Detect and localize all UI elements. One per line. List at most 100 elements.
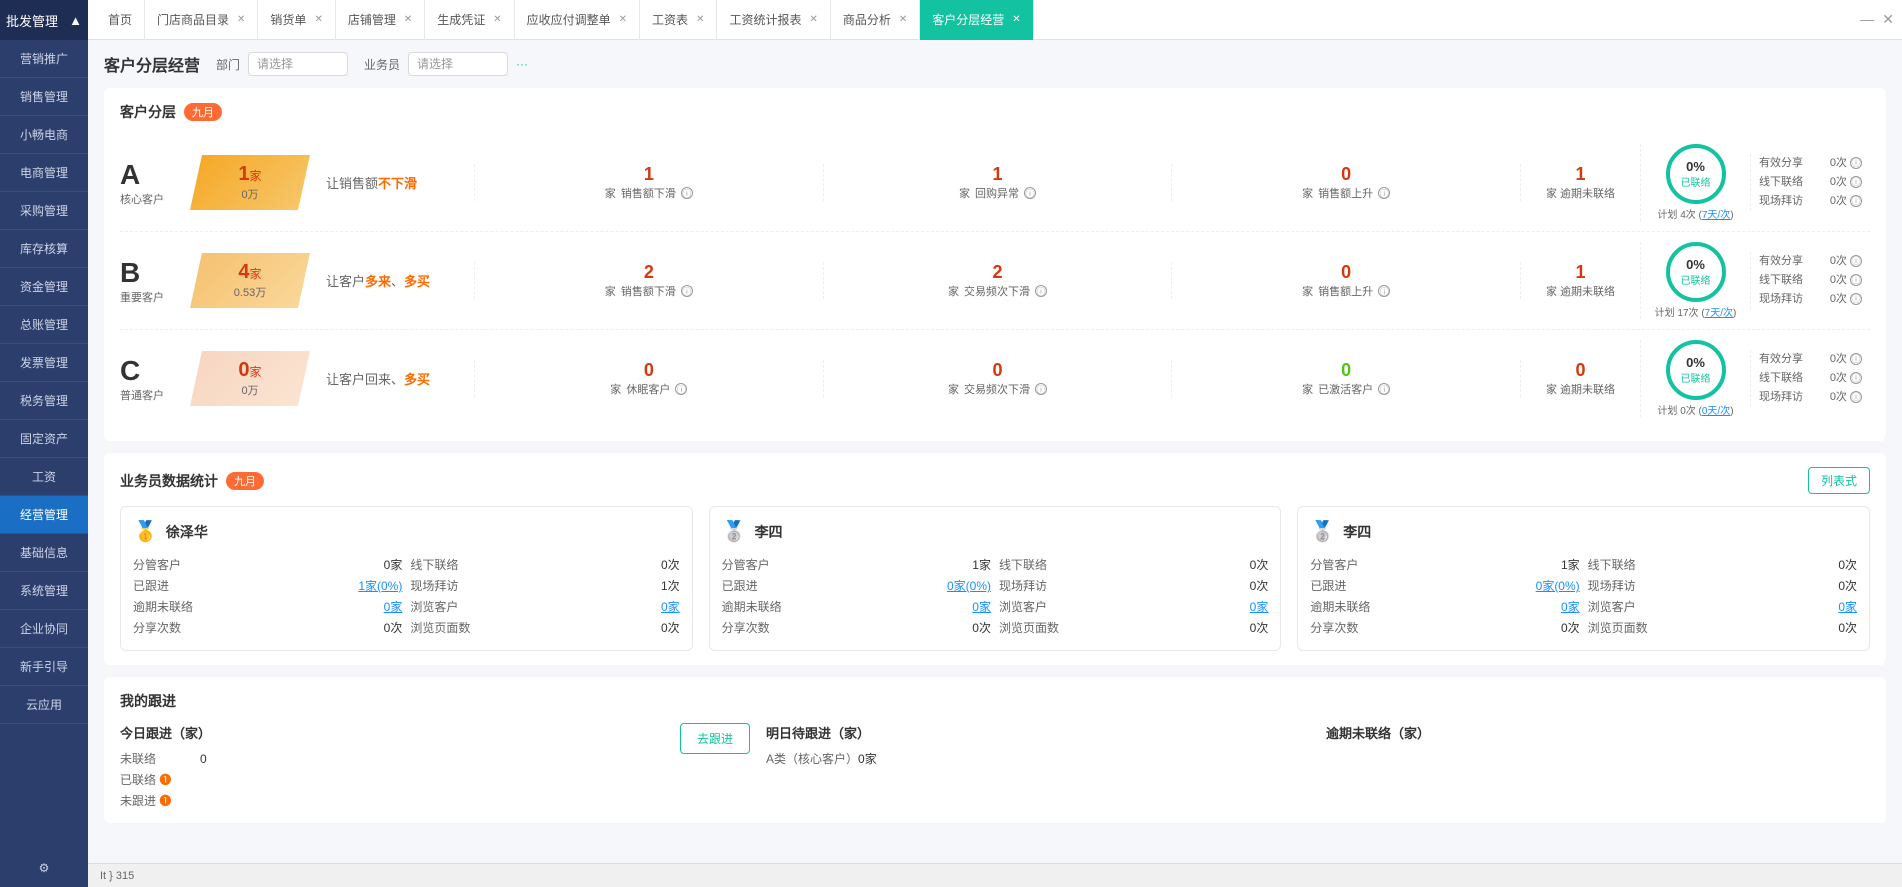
tab-应收应付调整单[interactable]: 应收应付调整单✕ <box>515 0 640 40</box>
info-icon-stat2-C[interactable]: ⓘ <box>1035 383 1047 395</box>
staff-section-header: 业务员数据统计 九月 列表式 <box>120 467 1870 494</box>
tier-stat2-B[interactable]: 2 家 交易频次下滑 ⓘ <box>823 262 1172 299</box>
staff-medal-0: 🥇 <box>133 519 158 544</box>
tier-stat2-num-B: 2 <box>832 262 1164 283</box>
info-icon-stat1-C[interactable]: ⓘ <box>675 383 687 395</box>
list-view-button[interactable]: 列表式 <box>1808 467 1870 494</box>
info-icon-stat1-A[interactable]: ⓘ <box>681 187 693 199</box>
dept-select[interactable]: 请选择 <box>248 52 348 76</box>
sidebar-item-固定资产[interactable]: 固定资产 <box>0 420 88 458</box>
staff-stat-val: 0家 <box>384 556 403 573</box>
tab-首页[interactable]: 首页 <box>96 0 145 40</box>
staff-stat-row: 线下联络 0次 <box>410 554 679 575</box>
sidebar-item-营销推广[interactable]: 营销推广 <box>0 40 88 78</box>
sidebar-item-小畅电商[interactable]: 小畅电商 <box>0 116 88 154</box>
tier-right-stat-row: 有效分享 0次 ⓘ <box>1759 350 1862 366</box>
more-options-icon[interactable]: ··· <box>516 57 528 71</box>
sidebar-item-基础信息[interactable]: 基础信息 <box>0 534 88 572</box>
tier-contact-A[interactable]: 1 家 逾期未联络 <box>1520 164 1640 201</box>
tab-店铺管理[interactable]: 店铺管理✕ <box>336 0 425 40</box>
tier-stat1-B[interactable]: 2 家 销售额下滑 ⓘ <box>474 262 823 299</box>
tier-stat3-A[interactable]: 0 家 销售额上升 ⓘ <box>1171 164 1520 201</box>
tab-close-门店商品目录[interactable]: ✕ <box>237 14 245 25</box>
circle-plan-B[interactable]: 计划 17次 (7天/次) <box>1649 304 1742 319</box>
tier-contact-B[interactable]: 1 家 逾期未联络 <box>1520 262 1640 299</box>
goto-followup-button[interactable]: 去跟进 <box>680 723 750 754</box>
sidebar-item-资金管理[interactable]: 资金管理 <box>0 268 88 306</box>
tier-stat3-B[interactable]: 0 家 销售额上升 ⓘ <box>1171 262 1520 299</box>
sidebar-item-税务管理[interactable]: 税务管理 <box>0 382 88 420</box>
staff-stat-row: 已跟进 0家(0%) <box>1310 575 1579 596</box>
sidebar-item-库存核算[interactable]: 库存核算 <box>0 230 88 268</box>
sidebar-item-采购管理[interactable]: 采购管理 <box>0 192 88 230</box>
info-icon-right[interactable]: ⓘ <box>1850 372 1862 384</box>
tab-close-生成凭证[interactable]: ✕ <box>493 14 501 25</box>
page-content: 客户分层经营 部门 请选择 业务员 请选择 ··· 客户分层 九月 <box>88 40 1902 863</box>
sidebar-item-经营管理[interactable]: 经营管理 <box>0 496 88 534</box>
circle-plan-A[interactable]: 计划 4次 (7天/次) <box>1649 206 1742 221</box>
info-icon-stat2-B[interactable]: ⓘ <box>1035 285 1047 297</box>
info-icon-right[interactable]: ⓘ <box>1850 255 1862 267</box>
staff-stat-val[interactable]: 0家 <box>384 598 403 615</box>
tier-count-unit-C: 家 <box>250 365 262 379</box>
tab-工资统计报表[interactable]: 工资统计报表✕ <box>717 0 830 40</box>
staff-stat-val[interactable]: 0家(0%) <box>1536 577 1580 594</box>
tab-close-应收应付调整单[interactable]: ✕ <box>619 14 627 25</box>
settings-icon[interactable]: ⚙ <box>0 849 88 887</box>
tab-close-客户分层经营[interactable]: ✕ <box>1012 14 1020 25</box>
sidebar-item-新手引导[interactable]: 新手引导 <box>0 648 88 686</box>
info-icon-stat3-C[interactable]: ⓘ <box>1378 383 1390 395</box>
tab-close-店铺管理[interactable]: ✕ <box>404 14 412 25</box>
sidebar-item-销售管理[interactable]: 销售管理 <box>0 78 88 116</box>
staff-stat-val[interactable]: 0家 <box>972 598 991 615</box>
tier-stat3-C[interactable]: 0 家 已激活客户 ⓘ <box>1171 360 1520 397</box>
info-icon-stat1-B[interactable]: ⓘ <box>681 285 693 297</box>
info-icon-right[interactable]: ⓘ <box>1850 195 1862 207</box>
staff-stat-val[interactable]: 0家 <box>1838 598 1857 615</box>
staff-select[interactable]: 请选择 <box>408 52 508 76</box>
info-icon-right[interactable]: ⓘ <box>1850 274 1862 286</box>
sidebar-item-云应用[interactable]: 云应用 <box>0 686 88 724</box>
staff-card-2: 🥈 李四 分管客户 1家 已跟进 0家(0%) 逾期未联络 0家 分享次数 0次… <box>1297 506 1870 651</box>
tab-close-销货单[interactable]: ✕ <box>314 14 322 25</box>
status-text: It } 315 <box>100 870 134 882</box>
staff-stat-row: 分享次数 0次 <box>133 617 402 638</box>
info-icon-right[interactable]: ⓘ <box>1850 176 1862 188</box>
sidebar-item-工资[interactable]: 工资 <box>0 458 88 496</box>
tier-stat1-C[interactable]: 0 家 休眠客户 ⓘ <box>474 360 823 397</box>
staff-stat-val[interactable]: 0家 <box>1561 598 1580 615</box>
staff-stat-val[interactable]: 0家 <box>1250 598 1269 615</box>
sidebar-item-电商管理[interactable]: 电商管理 <box>0 154 88 192</box>
sidebar-item-发票管理[interactable]: 发票管理 <box>0 344 88 382</box>
tab-门店商品目录[interactable]: 门店商品目录✕ <box>145 0 258 40</box>
tab-工资表[interactable]: 工资表✕ <box>640 0 717 40</box>
info-icon-right[interactable]: ⓘ <box>1850 353 1862 365</box>
info-icon-stat3-A[interactable]: ⓘ <box>1378 187 1390 199</box>
info-icon-stat2-A[interactable]: ⓘ <box>1024 187 1036 199</box>
tab-生成凭证[interactable]: 生成凭证✕ <box>425 0 514 40</box>
staff-stat-val[interactable]: 1家(0%) <box>358 577 402 594</box>
info-icon-right[interactable]: ⓘ <box>1850 293 1862 305</box>
window-close-icon[interactable]: ✕ <box>1882 11 1894 28</box>
staff-stat-val[interactable]: 0家 <box>661 598 680 615</box>
tab-close-商品分析[interactable]: ✕ <box>899 14 907 25</box>
window-minimize-icon[interactable]: — <box>1860 11 1874 28</box>
sidebar-expand-icon[interactable]: ▲ <box>69 13 82 28</box>
tab-销货单[interactable]: 销货单✕ <box>258 0 335 40</box>
tab-close-工资统计报表[interactable]: ✕ <box>809 14 817 25</box>
tab-商品分析[interactable]: 商品分析✕ <box>831 0 920 40</box>
tier-stat2-C[interactable]: 0 家 交易频次下滑 ⓘ <box>823 360 1172 397</box>
info-icon-right[interactable]: ⓘ <box>1850 157 1862 169</box>
staff-stat-val[interactable]: 0家(0%) <box>947 577 991 594</box>
info-icon-right[interactable]: ⓘ <box>1850 391 1862 403</box>
sidebar-item-总账管理[interactable]: 总账管理 <box>0 306 88 344</box>
tab-close-工资表[interactable]: ✕ <box>696 14 704 25</box>
sidebar-item-企业协同[interactable]: 企业协同 <box>0 610 88 648</box>
circle-plan-C[interactable]: 计划 0次 (0天/次) <box>1649 402 1742 417</box>
tier-contact-C[interactable]: 0 家 逾期未联络 <box>1520 360 1640 397</box>
sidebar-item-系统管理[interactable]: 系统管理 <box>0 572 88 610</box>
tier-stat2-A[interactable]: 1 家 回购异常 ⓘ <box>823 164 1172 201</box>
tier-stat1-A[interactable]: 1 家 销售额下滑 ⓘ <box>474 164 823 201</box>
tab-客户分层经营[interactable]: 客户分层经营✕ <box>920 0 1033 40</box>
info-icon-stat3-B[interactable]: ⓘ <box>1378 285 1390 297</box>
